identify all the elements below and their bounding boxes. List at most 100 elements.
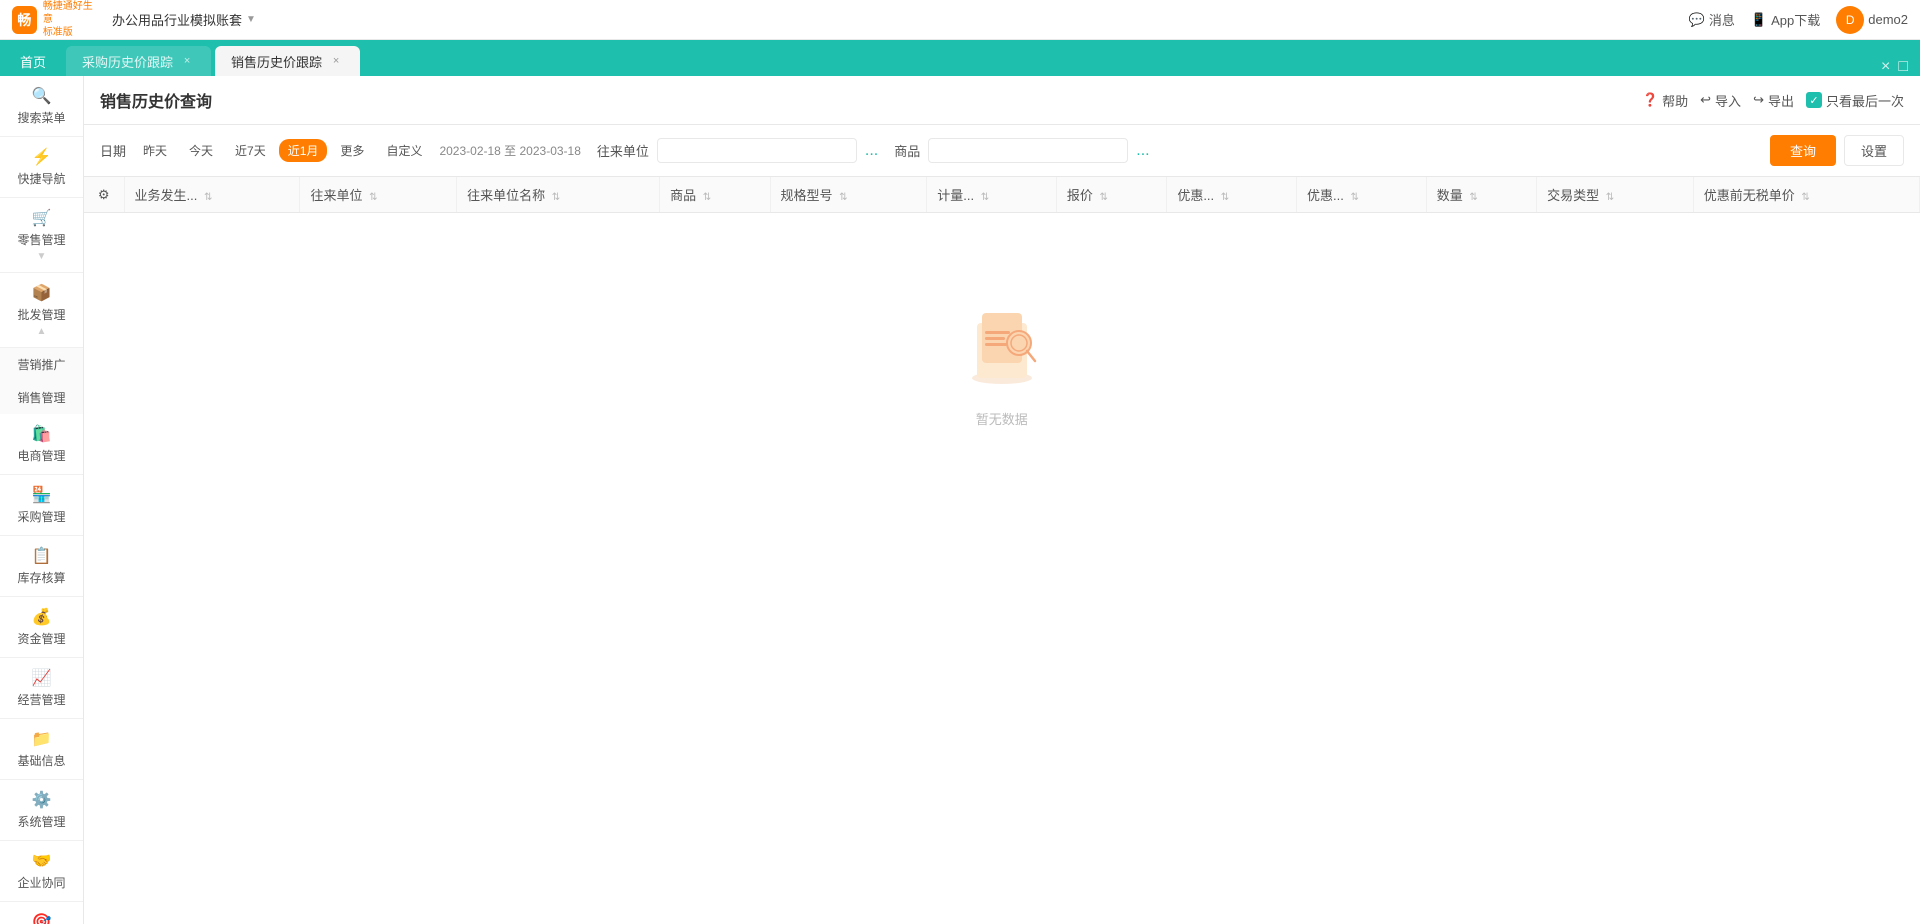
operations-icon: 📈 xyxy=(32,668,52,688)
table-header-product[interactable]: 商品 ⇅ xyxy=(660,177,770,213)
product-filter-group: 商品 ... xyxy=(894,138,1149,163)
date-btn-7days[interactable]: 近7天 xyxy=(226,139,275,162)
table-header-spec[interactable]: 规格型号 ⇅ xyxy=(770,177,927,213)
date-btn-more[interactable]: 更多 xyxy=(331,139,373,162)
sort-icon-discount2: ⇅ xyxy=(1350,192,1358,203)
counterpart-dots-btn[interactable]: ... xyxy=(865,142,878,160)
settings-button[interactable]: 设置 xyxy=(1844,135,1904,166)
sort-icon-trade-type: ⇅ xyxy=(1606,192,1614,203)
mobile-icon: 📱 xyxy=(1751,12,1767,28)
help-icon: ❓ xyxy=(1642,92,1658,108)
sidebar-sub-sales-mgmt[interactable]: 销售管理 xyxy=(0,381,83,414)
page-header: 销售历史价查询 ❓ 帮助 ↩ 导入 ↪ 导出 ✓ 只看最后一次 xyxy=(84,76,1920,125)
workspace-selector[interactable]: 办公用品行业模拟账套 ▼ xyxy=(104,6,264,33)
sort-icon-counterpart: ⇅ xyxy=(369,192,377,203)
expand-icon: ▼ xyxy=(37,251,47,262)
empty-text: 暂无数据 xyxy=(976,409,1028,428)
table-header-counterpart-code[interactable]: 往来单位 ⇅ xyxy=(300,177,457,213)
date-btn-yesterday[interactable]: 昨天 xyxy=(134,139,176,162)
sidebar-item-finance[interactable]: 💰 资金管理 xyxy=(0,597,83,658)
import-icon: ↩ xyxy=(1700,92,1711,108)
product-dots-btn[interactable]: ... xyxy=(1136,142,1149,160)
table-header-unit[interactable]: 计量... ⇅ xyxy=(927,177,1057,213)
table-header-quoted-price[interactable]: 报价 ⇅ xyxy=(1056,177,1166,213)
table-body: 暂无数据 xyxy=(84,213,1920,509)
filter-area: 日期 昨天 今天 近7天 近1月 更多 自定义 2023-02-18 至 202… xyxy=(84,125,1920,177)
top-bar: 畅 畅捷通好生意 标准版 办公用品行业模拟账套 ▼ 💬 消息 📱 App下载 D… xyxy=(0,0,1920,40)
table-header-gear[interactable]: ⚙ xyxy=(84,177,124,213)
query-button[interactable]: 查询 xyxy=(1770,135,1836,166)
sidebar-item-retail[interactable]: 🛒 零售管理 ▼ xyxy=(0,198,83,273)
wholesale-icon: 📦 xyxy=(32,283,52,303)
filter-right-actions: 查询 设置 xyxy=(1770,135,1904,166)
date-btn-1month[interactable]: 近1月 xyxy=(279,139,328,162)
sidebar-item-ecommerce[interactable]: 🛍️ 电商管理 xyxy=(0,414,83,475)
export-icon: ↪ xyxy=(1753,92,1764,108)
import-action[interactable]: ↩ 导入 xyxy=(1700,91,1741,110)
table-header-counterpart-name[interactable]: 往来单位名称 ⇅ xyxy=(457,177,660,213)
table-header-trade-type[interactable]: 交易类型 ⇅ xyxy=(1537,177,1694,213)
message-action[interactable]: 💬 消息 xyxy=(1689,10,1735,29)
enterprise-icon: 🤝 xyxy=(32,851,52,871)
table-header-biz-date[interactable]: 业务发生... ⇅ xyxy=(124,177,300,213)
user-profile[interactable]: D demo2 xyxy=(1836,6,1908,34)
close-window-btn[interactable]: × xyxy=(1881,58,1890,76)
sidebar-item-basic-info[interactable]: 📁 基础信息 xyxy=(0,719,83,780)
sales-history-tab-label: 销售历史价跟踪 xyxy=(231,52,322,71)
counterpart-input[interactable] xyxy=(657,138,857,163)
sidebar-item-operations[interactable]: 📈 经营管理 xyxy=(0,658,83,719)
table-header-pre-discount-price[interactable]: 优惠前无税单价 ⇅ xyxy=(1693,177,1919,213)
sidebar-item-purchase[interactable]: 🏪 采购管理 xyxy=(0,475,83,536)
sort-icon-pre-discount-price: ⇅ xyxy=(1801,192,1809,203)
finance-icon: 💰 xyxy=(32,607,52,627)
retail-icon: 🛒 xyxy=(32,208,52,228)
empty-illustration xyxy=(952,293,1052,393)
sort-icon-spec: ⇅ xyxy=(839,192,847,203)
page-actions: ❓ 帮助 ↩ 导入 ↪ 导出 ✓ 只看最后一次 xyxy=(1642,91,1904,110)
tab-purchase-history[interactable]: 采购历史价跟踪 × xyxy=(66,46,211,76)
basic-info-icon: 📁 xyxy=(32,729,52,749)
table-header-discount1[interactable]: 优惠... ⇅ xyxy=(1167,177,1297,213)
table-container: ⚙ 业务发生... ⇅ 往来单位 ⇅ 往来单位名称 ⇅ xyxy=(84,177,1920,924)
main-layout: 🔍 搜索菜单 ⚡ 快捷导航 🛒 零售管理 ▼ 📦 批发管理 ▲ 营销推广 销售管… xyxy=(0,76,1920,924)
tab-home[interactable]: 首页 xyxy=(4,46,62,76)
expand-icon-2: ▲ xyxy=(37,326,47,337)
tab-bar: 首页 采购历史价跟踪 × 销售历史价跟踪 × × □ xyxy=(0,40,1920,76)
only-last-checkbox[interactable]: ✓ 只看最后一次 xyxy=(1806,91,1904,110)
maximize-window-btn[interactable]: □ xyxy=(1898,58,1908,76)
empty-state: 暂无数据 xyxy=(84,213,1920,508)
help-action[interactable]: ❓ 帮助 xyxy=(1642,91,1688,110)
table-header-discount2[interactable]: 优惠... ⇅ xyxy=(1297,177,1427,213)
shortcut-icon: ⚡ xyxy=(32,147,52,167)
export-action[interactable]: ↪ 导出 xyxy=(1753,91,1794,110)
sales-history-close-icon[interactable]: × xyxy=(328,53,344,69)
sidebar-item-inventory[interactable]: 📋 库存核算 xyxy=(0,536,83,597)
checkbox-icon: ✓ xyxy=(1806,92,1822,108)
date-btn-custom[interactable]: 自定义 xyxy=(377,139,431,162)
sort-icon-unit: ⇅ xyxy=(981,192,989,203)
sidebar-item-search[interactable]: 🔍 搜索菜单 xyxy=(0,76,83,137)
sidebar: 🔍 搜索菜单 ⚡ 快捷导航 🛒 零售管理 ▼ 📦 批发管理 ▲ 营销推广 销售管… xyxy=(0,76,84,924)
date-btn-today[interactable]: 今天 xyxy=(180,139,222,162)
content-area: 销售历史价查询 ❓ 帮助 ↩ 导入 ↪ 导出 ✓ 只看最后一次 xyxy=(84,76,1920,924)
sidebar-item-wholesale[interactable]: 📦 批发管理 ▲ xyxy=(0,273,83,348)
ecommerce-icon: 🛍️ xyxy=(32,424,52,444)
sort-icon-quoted-price: ⇅ xyxy=(1100,192,1108,203)
date-range-display: 2023-02-18 至 2023-03-18 xyxy=(439,142,580,159)
sidebar-item-system[interactable]: ⚙️ 系统管理 xyxy=(0,780,83,841)
sidebar-sub-marketing[interactable]: 营销推广 xyxy=(0,348,83,381)
sort-icon-discount1: ⇅ xyxy=(1221,192,1229,203)
tab-sales-history[interactable]: 销售历史价跟踪 × xyxy=(215,46,360,76)
inventory-icon: 📋 xyxy=(32,546,52,566)
sidebar-item-enterprise[interactable]: 🤝 企业协同 xyxy=(0,841,83,902)
table-header-quantity[interactable]: 数量 ⇅ xyxy=(1426,177,1536,213)
sidebar-item-guide[interactable]: 🎯 新手引导 xyxy=(0,902,83,924)
app-download-action[interactable]: 📱 App下载 xyxy=(1751,10,1820,29)
product-input[interactable] xyxy=(928,138,1128,163)
sort-icon-quantity: ⇅ xyxy=(1469,192,1477,203)
sidebar-item-shortcut[interactable]: ⚡ 快捷导航 xyxy=(0,137,83,198)
purchase-history-close-icon[interactable]: × xyxy=(179,53,195,69)
date-filter-label: 日期 xyxy=(100,141,126,160)
purchase-icon: 🏪 xyxy=(32,485,52,505)
counterpart-filter-label: 往来单位 xyxy=(597,141,649,160)
